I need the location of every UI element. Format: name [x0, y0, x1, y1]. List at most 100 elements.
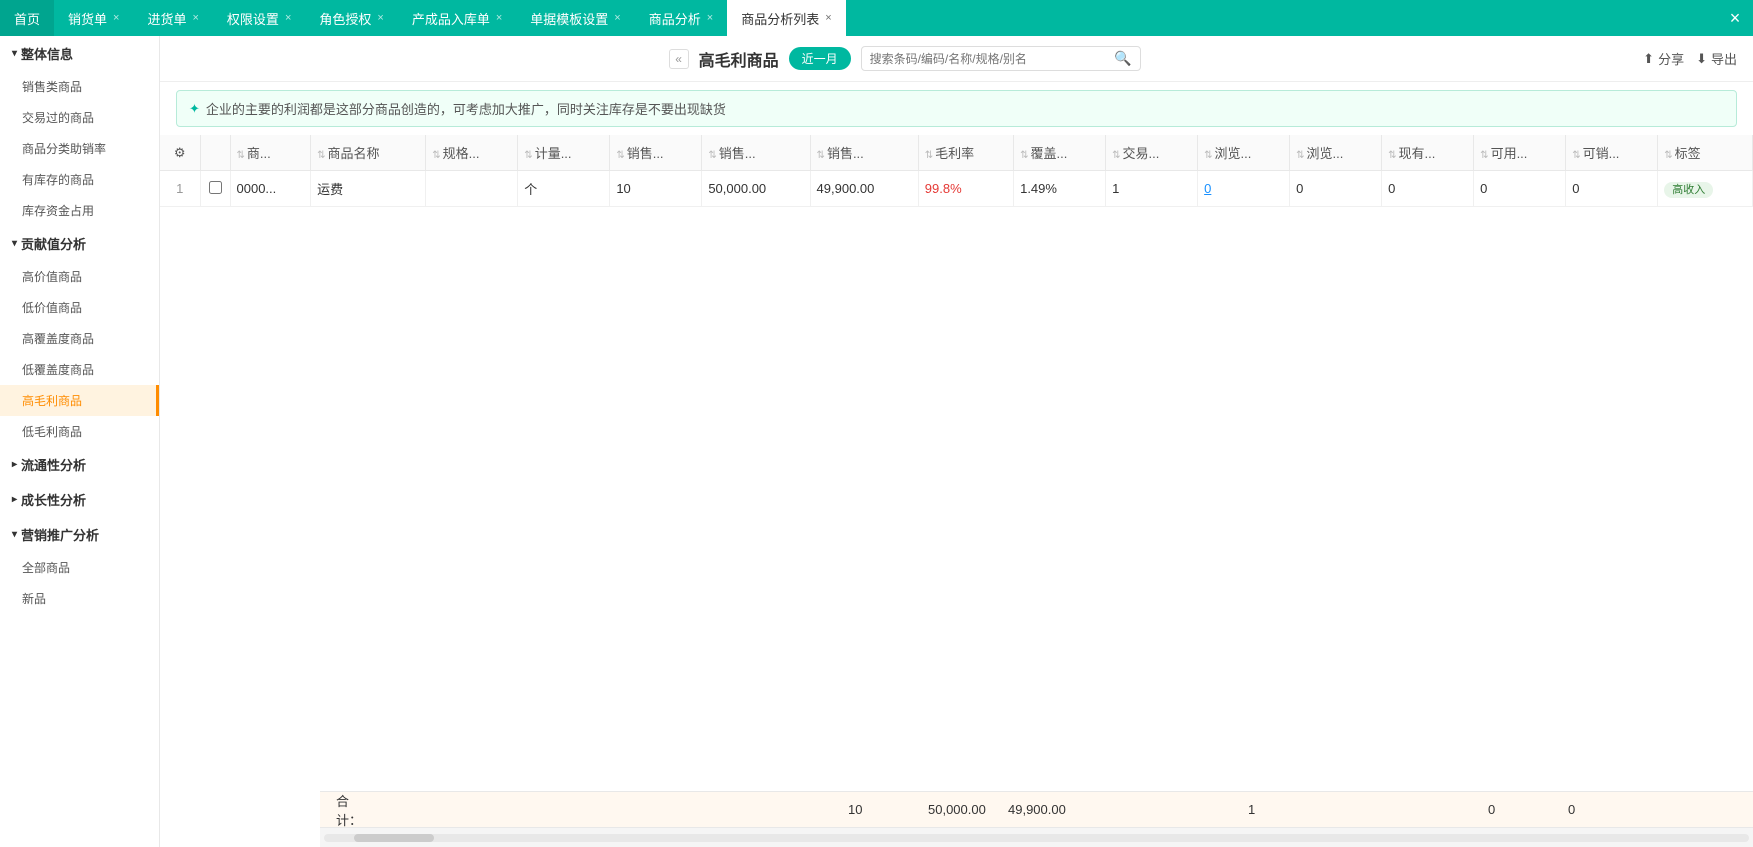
table-header-2[interactable]: ⇅商...: [230, 135, 311, 171]
nav-item-进货单[interactable]: 进货单×: [133, 0, 212, 36]
sidebar-item-有库存的商品[interactable]: 有库存的商品: [0, 164, 159, 195]
table-container[interactable]: ⚙⇅商...⇅商品名称⇅规格...⇅计量...⇅销售...⇅销售...⇅销售..…: [160, 135, 1753, 847]
footer-cell-8: 49,900.00: [1002, 802, 1082, 817]
sort-icon: ⇅: [708, 150, 716, 161]
nav-item-商品分析列表[interactable]: 商品分析列表×: [727, 0, 845, 36]
table-header-16[interactable]: ⇅可销...: [1566, 135, 1658, 171]
table-header-12[interactable]: ⇅浏览...: [1198, 135, 1290, 171]
sort-icon: ⇅: [1020, 150, 1028, 161]
table-header-9[interactable]: ⇅毛利率: [918, 135, 1013, 171]
sidebar-item-商品分类助销率[interactable]: 商品分类助销率: [0, 133, 159, 164]
close-tab-icon[interactable]: ×: [192, 12, 198, 24]
sidebar-section-label: 营销推广分析: [21, 525, 99, 544]
sidebar-item-销售类商品[interactable]: 销售类商品: [0, 71, 159, 102]
row-tag: 高收入: [1658, 171, 1753, 207]
table-header-3[interactable]: ⇅商品名称: [311, 135, 426, 171]
table-header-5[interactable]: ⇅计量...: [518, 135, 610, 171]
close-tab-icon[interactable]: ×: [377, 12, 383, 24]
sidebar-section-流通性分析[interactable]: ▸ 流通性分析: [0, 447, 159, 482]
nav-item-单据模板设置[interactable]: 单据模板设置×: [516, 0, 634, 36]
close-tab-icon[interactable]: ×: [707, 12, 713, 24]
collapse-sidebar-button[interactable]: «: [669, 49, 689, 69]
nav-item-首页[interactable]: 首页: [0, 0, 54, 36]
table-header-6[interactable]: ⇅销售...: [610, 135, 702, 171]
expand-icon: ▾: [12, 529, 17, 540]
sort-icon: ⇅: [432, 150, 440, 161]
nav-item-产成品入库单[interactable]: 产成品入库单×: [398, 0, 516, 36]
sidebar-section-整体信息[interactable]: ▾整体信息: [0, 36, 159, 71]
table-header-4[interactable]: ⇅规格...: [426, 135, 518, 171]
row-sales3: 49,900.00: [810, 171, 918, 207]
sidebar-section-label: 流通性分析: [21, 455, 86, 474]
export-icon: ⬇: [1696, 51, 1707, 67]
footer-cell-0: [362, 802, 442, 817]
sidebar-item-新品[interactable]: 新品: [0, 583, 159, 614]
table-header-14[interactable]: ⇅现有...: [1382, 135, 1474, 171]
nav-item-角色授权[interactable]: 角色授权×: [305, 0, 397, 36]
row-code: 0000...: [230, 171, 311, 207]
row-spec: [426, 171, 518, 207]
close-all-button[interactable]: ×: [1717, 0, 1753, 36]
table-header-13[interactable]: ⇅浏览...: [1290, 135, 1382, 171]
table-header-8[interactable]: ⇅销售...: [810, 135, 918, 171]
table-header-11[interactable]: ⇅交易...: [1106, 135, 1198, 171]
row-browse1: 0: [1198, 171, 1290, 207]
close-tab-icon[interactable]: ×: [113, 12, 119, 24]
nav-item-商品分析[interactable]: 商品分析×: [635, 0, 727, 36]
sidebar-item-低毛利商品[interactable]: 低毛利商品: [0, 416, 159, 447]
row-current: 0: [1382, 171, 1474, 207]
close-tab-icon[interactable]: ×: [614, 12, 620, 24]
footer-cell-3: [602, 802, 682, 817]
sidebar-section-label: 整体信息: [21, 44, 73, 63]
search-input[interactable]: [870, 52, 1115, 66]
row-coverage: 1.49%: [1014, 171, 1106, 207]
search-icon[interactable]: 🔍: [1114, 50, 1131, 67]
table-header-10[interactable]: ⇅覆盖...: [1014, 135, 1106, 171]
sidebar-section-成长性分析[interactable]: ▸成长性分析: [0, 482, 159, 517]
row-gross-rate: 99.8%: [918, 171, 1013, 207]
total-label: 合计：: [336, 791, 362, 829]
sidebar-item-交易过的商品[interactable]: 交易过的商品: [0, 102, 159, 133]
row-checkbox-input[interactable]: [209, 181, 222, 194]
info-banner: ✦ 企业的主要的利润都是这部分商品创造的，可考虑加大推广，同时关注库存是不要出现…: [176, 90, 1737, 127]
export-button[interactable]: ⬇ 导出: [1696, 49, 1737, 68]
nav-item-销货单[interactable]: 销货单×: [54, 0, 133, 36]
sidebar-section-贡献值分析[interactable]: ▾贡献值分析: [0, 226, 159, 261]
sort-icon: ⇅: [1112, 150, 1120, 161]
footer-cell-9: [1082, 802, 1162, 817]
sort-icon: ⇅: [1204, 150, 1212, 161]
sidebar-item-库存资金占用[interactable]: 库存资金占用: [0, 195, 159, 226]
footer-cell-7: 50,000.00: [922, 802, 1002, 817]
close-tab-icon[interactable]: ×: [825, 12, 831, 24]
sort-icon: ⇅: [1480, 150, 1488, 161]
info-icon: ✦: [189, 101, 200, 117]
sidebar-item-低覆盖度商品[interactable]: 低覆盖度商品: [0, 354, 159, 385]
sidebar-item-高毛利商品[interactable]: 高毛利商品: [0, 385, 159, 416]
nav-item-权限设置[interactable]: 权限设置×: [213, 0, 305, 36]
table-header-15[interactable]: ⇅可用...: [1474, 135, 1566, 171]
share-button[interactable]: ⬆ 分享: [1643, 49, 1684, 68]
footer-cell-16: [1642, 802, 1722, 817]
browse-link[interactable]: 0: [1204, 181, 1211, 196]
sidebar: ▾整体信息销售类商品交易过的商品商品分类助销率有库存的商品库存资金占用▾贡献值分…: [0, 36, 160, 847]
table-header-7[interactable]: ⇅销售...: [702, 135, 810, 171]
expand-icon: ▸: [12, 459, 17, 470]
row-unit: 个: [518, 171, 610, 207]
footer-cell-17: [1722, 802, 1753, 817]
table-header-17[interactable]: ⇅标签: [1658, 135, 1753, 171]
expand-icon: ▾: [12, 238, 17, 249]
row-trades: 1: [1106, 171, 1198, 207]
close-tab-icon[interactable]: ×: [285, 12, 291, 24]
sort-icon: ⇅: [1388, 150, 1396, 161]
filter-recent-month[interactable]: 近一月: [789, 47, 851, 70]
footer-cell-6: 10: [842, 802, 922, 817]
row-name: 运费: [311, 171, 426, 207]
sidebar-item-高价值商品[interactable]: 高价值商品: [0, 261, 159, 292]
sidebar-item-低价值商品[interactable]: 低价值商品: [0, 292, 159, 323]
sidebar-section-营销推广分析[interactable]: ▾ 营销推广分析: [0, 517, 159, 552]
expand-icon: ▸: [12, 494, 17, 505]
close-tab-icon[interactable]: ×: [496, 12, 502, 24]
sidebar-item-全部商品[interactable]: 全部商品: [0, 552, 159, 583]
sidebar-item-高覆盖度商品[interactable]: 高覆盖度商品: [0, 323, 159, 354]
horizontal-scrollbar[interactable]: [320, 827, 1753, 847]
